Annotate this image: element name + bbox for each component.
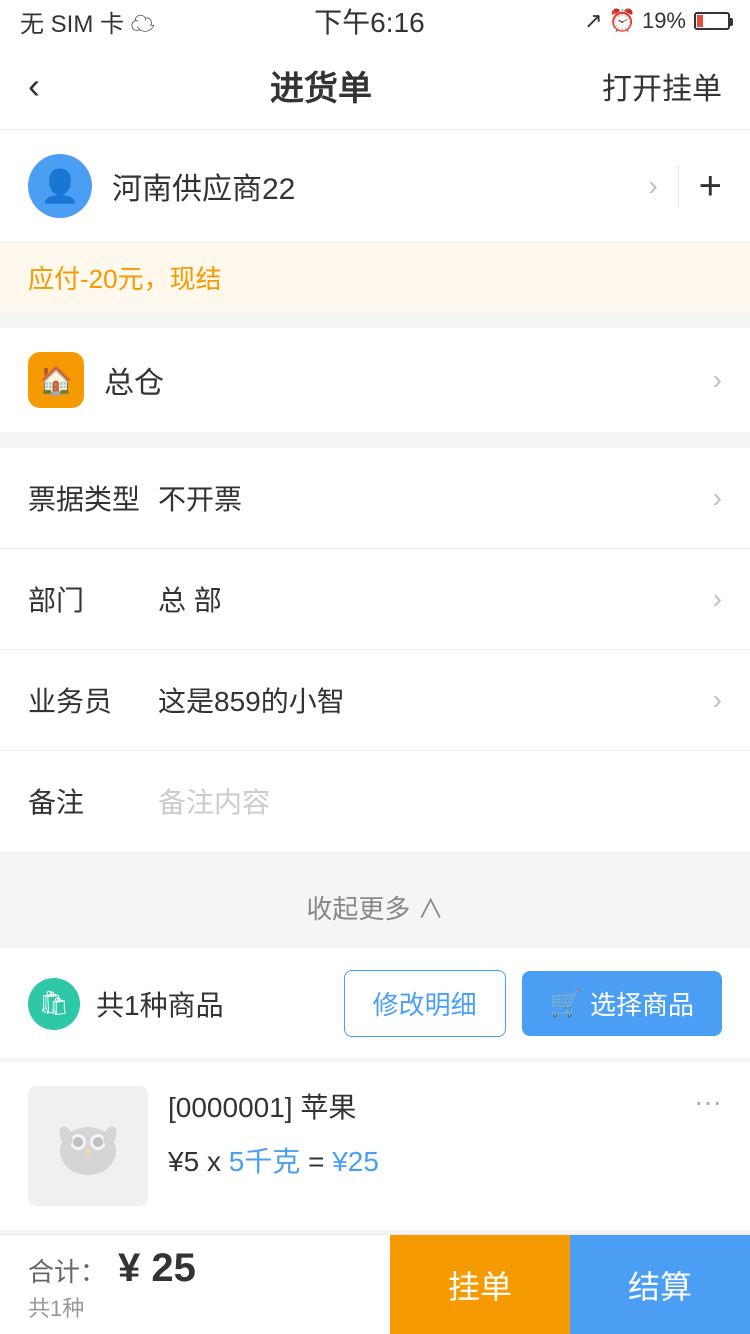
alarm-icon: ⏰: [609, 8, 636, 34]
product-thumbnail: [28, 1086, 148, 1206]
battery-icon: [694, 12, 730, 30]
warehouse-chevron-icon: ›: [713, 364, 722, 396]
select-product-label: 选择商品: [590, 985, 694, 1022]
status-right: ↗ ⏰ 19%: [584, 8, 730, 34]
supplier-chevron-icon: ›: [648, 170, 657, 202]
product-qty: 5千克: [229, 1146, 301, 1177]
products-header: 🛍 共1种商品 修改明细 🛒 选择商品: [0, 948, 750, 1060]
product-code: [0000001]: [168, 1092, 293, 1123]
no-sim-text: 无 SIM 卡 ☁: [20, 4, 155, 39]
status-time: 下午6:16: [314, 1, 425, 41]
invoice-chevron-icon: ›: [713, 482, 722, 514]
collapse-button[interactable]: 收起更多 ∧: [0, 867, 750, 948]
page-title: 进货单: [270, 61, 372, 110]
invoice-row[interactable]: 票据类型 不开票 ›: [0, 448, 750, 549]
product-total: ¥25: [332, 1146, 379, 1177]
invoice-value: 不开票: [158, 478, 713, 518]
product-price: ¥5 x 5千克 = ¥25: [168, 1140, 694, 1180]
footer-total-label: 合计：: [28, 1252, 106, 1289]
back-button[interactable]: ‹: [28, 65, 40, 107]
footer-sub-text: 共1种: [28, 1291, 362, 1323]
settle-button[interactable]: 结算: [570, 1235, 750, 1334]
product-more-button[interactable]: ···: [694, 1086, 722, 1118]
warehouse-icon: 🏠: [28, 352, 84, 408]
battery-text: 19%: [642, 8, 686, 34]
dept-value: 总 部: [158, 579, 713, 619]
warehouse-name: 总仓: [104, 358, 713, 402]
sales-row[interactable]: 业务员 这是859的小智 ›: [0, 650, 750, 751]
sales-label: 业务员: [28, 680, 158, 720]
remark-input[interactable]: 备注内容: [158, 781, 722, 821]
product-info: [0000001] 苹果 ¥5 x 5千克 = ¥25: [168, 1086, 694, 1180]
warehouse-section: 🏠 总仓 ›: [0, 328, 750, 432]
form-section: 票据类型 不开票 › 部门 总 部 › 业务员 这是859的小智 › 备注 备注…: [0, 448, 750, 851]
product-unit-price: ¥5: [168, 1146, 199, 1177]
status-bar: 无 SIM 卡 ☁ 下午6:16 ↗ ⏰ 19%: [0, 0, 750, 42]
product-equals-icon: =: [308, 1146, 332, 1177]
divider: [678, 164, 679, 208]
cart-icon: 🛒: [550, 988, 582, 1019]
invoice-label: 票据类型: [28, 478, 158, 518]
product-item: [0000001] 苹果 ¥5 x 5千克 = ¥25 ···: [0, 1062, 750, 1231]
status-left: 无 SIM 卡 ☁: [20, 4, 155, 39]
supplier-row[interactable]: 👤 河南供应商22 › +: [0, 130, 750, 243]
footer-total-amount: ¥ 25: [118, 1246, 196, 1291]
bag-icon: 🛍: [39, 989, 69, 1018]
remark-row[interactable]: 备注 备注内容: [0, 751, 750, 851]
owl-logo-icon: [48, 1106, 128, 1186]
sales-value: 这是859的小智: [158, 680, 713, 720]
footer-total: 合计： ¥ 25 共1种: [0, 1235, 390, 1334]
supplier-name: 河南供应商22: [112, 164, 648, 208]
avatar-icon: 👤: [40, 167, 80, 205]
product-count-text: 共1种商品: [96, 984, 344, 1024]
nav-bar: ‹ 进货单 打开挂单: [0, 42, 750, 130]
open-hold-button[interactable]: 打开挂单: [602, 64, 722, 108]
collapse-text: 收起更多 ∧: [306, 889, 443, 926]
add-supplier-button[interactable]: +: [699, 164, 722, 209]
footer: 合计： ¥ 25 共1种 挂单 结算: [0, 1234, 750, 1334]
supplier-section: 👤 河南供应商22 › + 应付-20元，现结: [0, 130, 750, 312]
products-icon: 🛍: [28, 978, 80, 1030]
remark-label: 备注: [28, 781, 158, 821]
edit-details-button[interactable]: 修改明细: [344, 970, 506, 1037]
sales-chevron-icon: ›: [713, 684, 722, 716]
select-product-button[interactable]: 🛒 选择商品: [522, 971, 722, 1036]
dept-label: 部门: [28, 579, 158, 619]
home-icon: 🏠: [39, 364, 74, 397]
product-title: 苹果: [300, 1092, 356, 1123]
dept-chevron-icon: ›: [713, 583, 722, 615]
supplier-info-banner: 应付-20元，现结: [0, 243, 750, 312]
hold-order-button[interactable]: 挂单: [390, 1235, 570, 1334]
product-multiply-icon: x: [207, 1146, 229, 1177]
supplier-avatar: 👤: [28, 154, 92, 218]
product-name: [0000001] 苹果: [168, 1086, 694, 1126]
warehouse-row[interactable]: 🏠 总仓 ›: [0, 328, 750, 432]
location-icon: ↗: [584, 8, 602, 34]
dept-row[interactable]: 部门 总 部 ›: [0, 549, 750, 650]
products-section: 🛍 共1种商品 修改明细 🛒 选择商品: [0, 948, 750, 1060]
